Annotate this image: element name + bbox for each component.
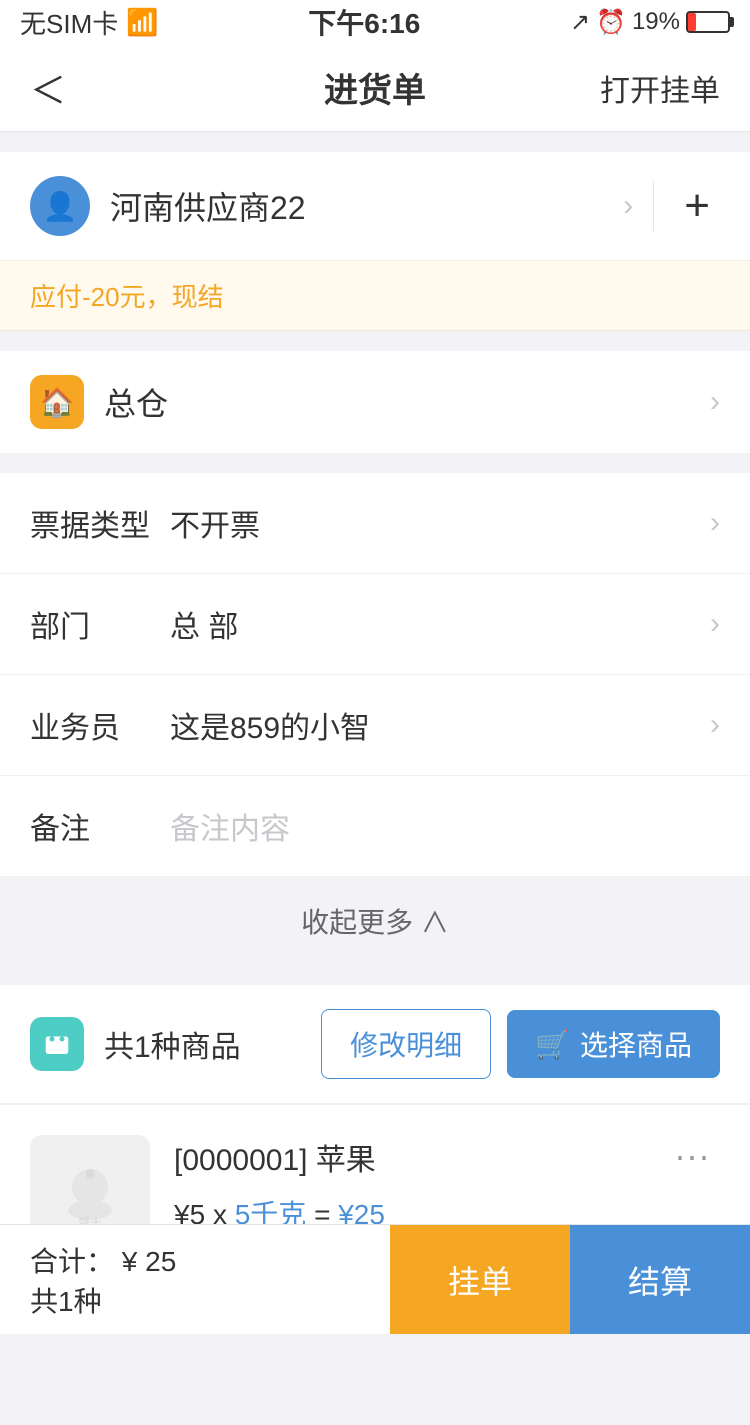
select-product-label: 选择商品 — [580, 1024, 692, 1064]
supplier-avatar: 👤 — [30, 176, 90, 236]
status-bar: 无SIM卡 📶 下午6:16 ↗ ⏰ 19% — [0, 0, 750, 44]
warehouse-chevron-icon: › — [710, 385, 720, 419]
product-icon — [30, 1017, 84, 1071]
notice-bar: 应付-20元，现结 — [0, 261, 750, 331]
total-section: 合计： ¥ 25 共1种 — [0, 1225, 390, 1334]
network-status: 无SIM卡 — [20, 4, 118, 41]
nav-bar: ＜ 进货单 打开挂单 — [0, 44, 750, 132]
total-count: 共1种 — [30, 1280, 360, 1320]
supplier-chevron-icon: › — [623, 189, 633, 223]
invoice-type-label: 票据类型 — [30, 501, 160, 545]
page-title: 进货单 — [324, 63, 426, 112]
settle-button[interactable]: 结算 — [570, 1225, 750, 1334]
battery-percent: 19% — [632, 8, 680, 36]
location-icon: ↗ — [570, 8, 590, 37]
status-right: ↗ ⏰ 19% — [570, 8, 730, 37]
department-row[interactable]: 部门 总 部 › — [0, 574, 750, 675]
total-amount: ¥ 25 — [122, 1246, 177, 1277]
form-section: 票据类型 不开票 › 部门 总 部 › 业务员 这是859的小智 › 备注 备注… — [0, 473, 750, 877]
select-product-button[interactable]: 🛒 选择商品 — [507, 1010, 720, 1078]
product-name: [0000001] 苹果 — [174, 1135, 664, 1179]
bottom-bar: 合计： ¥ 25 共1种 挂单 结算 — [0, 1224, 750, 1334]
cart-icon: 🛒 — [535, 1028, 570, 1061]
alarm-icon: ⏰ — [596, 8, 626, 37]
supplier-section: 👤 河南供应商22 › + 应付-20元，现结 — [0, 152, 750, 331]
salesperson-value: 这是859的小智 — [160, 703, 700, 747]
vertical-divider — [653, 181, 654, 231]
salesperson-chevron-icon: › — [710, 708, 720, 742]
gap-3 — [0, 453, 750, 473]
gap-1 — [0, 132, 750, 152]
battery-icon — [686, 11, 730, 33]
product-count: 共1种商品 — [104, 1022, 321, 1066]
collapse-button[interactable]: 收起更多 ∧ — [0, 877, 750, 965]
count-label: 共1种 — [30, 1286, 102, 1317]
product-title: 苹果 — [316, 1144, 376, 1177]
remark-label: 备注 — [30, 804, 160, 848]
status-left: 无SIM卡 📶 — [20, 4, 159, 41]
hang-button[interactable]: 挂单 — [390, 1225, 570, 1334]
supplier-name: 河南供应商22 — [110, 183, 613, 229]
gap-4 — [0, 965, 750, 985]
total-row: 合计： ¥ 25 — [30, 1240, 360, 1280]
warehouse-name: 总仓 — [104, 379, 700, 425]
supplier-row[interactable]: 👤 河南供应商22 › + — [0, 152, 750, 261]
avatar-icon: 👤 — [43, 190, 78, 223]
open-hang-button[interactable]: 打开挂单 — [600, 66, 720, 110]
collapse-label: 收起更多 ∧ — [301, 907, 449, 938]
warehouse-row[interactable]: 🏠 总仓 › — [0, 351, 750, 453]
total-label: 合计： — [30, 1246, 114, 1277]
invoice-chevron-icon: › — [710, 506, 720, 540]
department-value: 总 部 — [160, 602, 700, 646]
remark-row[interactable]: 备注 备注内容 — [0, 776, 750, 877]
warehouse-icon: 🏠 — [30, 375, 84, 429]
product-header: 共1种商品 修改明细 🛒 选择商品 — [0, 985, 750, 1104]
remark-input[interactable]: 备注内容 — [160, 804, 720, 848]
product-info: [0000001] 苹果 ¥5 x 5千克 = ¥25 — [174, 1135, 664, 1233]
add-button[interactable]: + — [674, 181, 720, 231]
product-code: [0000001] — [174, 1144, 307, 1177]
invoice-type-value: 不开票 — [160, 501, 700, 545]
gap-2 — [0, 331, 750, 351]
back-button[interactable]: ＜ — [30, 62, 90, 114]
invoice-type-row[interactable]: 票据类型 不开票 › — [0, 473, 750, 574]
department-label: 部门 — [30, 602, 160, 646]
status-time: 下午6:16 — [308, 2, 420, 42]
department-chevron-icon: › — [710, 607, 720, 641]
wifi-icon: 📶 — [126, 7, 158, 38]
more-options-button[interactable]: ··· — [664, 1135, 720, 1177]
notice-text: 应付-20元，现结 — [30, 282, 224, 312]
edit-detail-button[interactable]: 修改明细 — [321, 1009, 491, 1079]
salesperson-label: 业务员 — [30, 703, 160, 747]
warehouse-section: 🏠 总仓 › — [0, 351, 750, 453]
salesperson-row[interactable]: 业务员 这是859的小智 › — [0, 675, 750, 776]
